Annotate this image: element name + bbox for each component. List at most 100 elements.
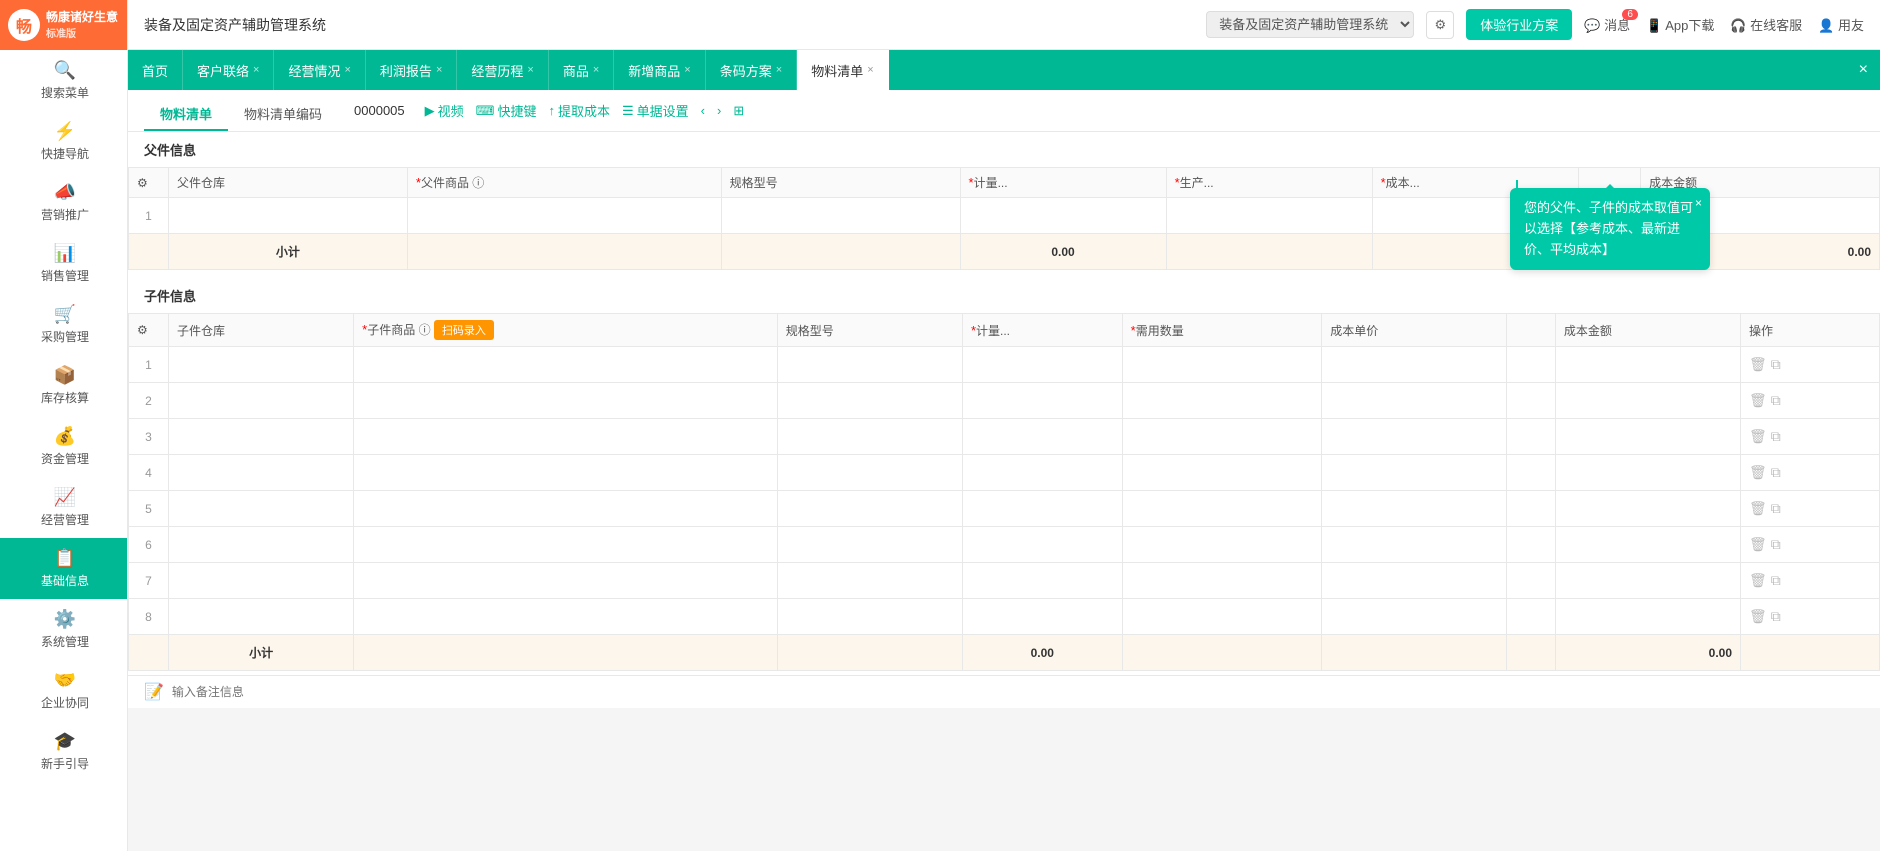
child-cell-cost-price-5[interactable] — [1322, 491, 1507, 527]
delete-icon-7[interactable]: 🗑 — [1749, 572, 1767, 589]
grid-icon[interactable]: ⊞ — [733, 103, 744, 119]
child-cell-product-7[interactable] — [354, 563, 778, 599]
child-cell-unit-5[interactable] — [962, 491, 1122, 527]
child-cell-spec-7[interactable] — [777, 563, 962, 599]
nav-prev[interactable]: ‹ — [701, 103, 705, 118]
parent-cell-spec-1[interactable] — [721, 198, 960, 234]
tooltip-close-button[interactable]: × — [1695, 194, 1702, 213]
gear-button[interactable]: ⚙ — [1426, 11, 1454, 39]
nav-tab-首页[interactable]: 首页 — [128, 50, 183, 90]
child-cell-unit-6[interactable] — [962, 527, 1122, 563]
child-cell-warehouse-8[interactable] — [169, 599, 354, 635]
child-cell-warehouse-7[interactable] — [169, 563, 354, 599]
nav-tab-客户联络[interactable]: 客户联络 × — [183, 50, 274, 90]
tab-close-icon[interactable]: × — [253, 64, 259, 76]
extract-cost-action[interactable]: ↑ 提取成本 — [548, 101, 610, 120]
tab-close-icon[interactable]: × — [867, 64, 873, 76]
child-cell-product-8[interactable] — [354, 599, 778, 635]
sidebar-item-库存核算[interactable]: 📦 库存核算 — [0, 355, 127, 416]
copy-icon-4[interactable]: ⧉ — [1771, 464, 1781, 481]
child-cell-needed-qty-1[interactable] — [1122, 347, 1322, 383]
trial-button[interactable]: 体验行业方案 — [1466, 9, 1572, 40]
sidebar-item-销售管理[interactable]: 📊 销售管理 — [0, 233, 127, 294]
child-cell-product-6[interactable] — [354, 527, 778, 563]
copy-icon-6[interactable]: ⧉ — [1771, 536, 1781, 553]
child-cell-unit-2[interactable] — [962, 383, 1122, 419]
child-cell-needed-qty-2[interactable] — [1122, 383, 1322, 419]
copy-icon-2[interactable]: ⧉ — [1771, 392, 1781, 409]
parent-cell-qty-1[interactable] — [960, 198, 1166, 234]
child-cell-needed-qty-6[interactable] — [1122, 527, 1322, 563]
delete-icon-5[interactable]: 🗑 — [1749, 500, 1767, 517]
nav-tab-物料清单[interactable]: 物料清单 × — [797, 50, 888, 90]
child-cell-warehouse-4[interactable] — [169, 455, 354, 491]
sub-tab-bom-code[interactable]: 物料清单编码 — [228, 98, 338, 131]
nav-tab-商品[interactable]: 商品 × — [549, 50, 614, 90]
message-badge[interactable]: 💬 消息 6 — [1584, 15, 1630, 34]
tab-close-icon[interactable]: × — [527, 64, 533, 76]
delete-icon-6[interactable]: 🗑 — [1749, 536, 1767, 553]
child-cell-unit-7[interactable] — [962, 563, 1122, 599]
sidebar-item-系统管理[interactable]: ⚙️ 系统管理 — [0, 599, 127, 660]
delete-icon-3[interactable]: 🗑 — [1749, 428, 1767, 445]
child-cell-unit-3[interactable] — [962, 419, 1122, 455]
child-cell-cost-price-3[interactable] — [1322, 419, 1507, 455]
child-cell-warehouse-1[interactable] — [169, 347, 354, 383]
nav-next[interactable]: › — [717, 103, 721, 118]
child-cell-cost-price-7[interactable] — [1322, 563, 1507, 599]
sidebar-item-新手引导[interactable]: 🎓 新手引导 — [0, 721, 127, 782]
child-cell-cost-price-1[interactable] — [1322, 347, 1507, 383]
child-cell-product-1[interactable] — [354, 347, 778, 383]
online-service[interactable]: 🎧 在线客服 — [1730, 15, 1802, 34]
copy-icon-1[interactable]: ⧉ — [1771, 356, 1781, 373]
child-cell-needed-qty-5[interactable] — [1122, 491, 1322, 527]
delete-icon-4[interactable]: 🗑 — [1749, 464, 1767, 481]
sidebar-item-企业协同[interactable]: 🤝 企业协同 — [0, 660, 127, 721]
parent-cell-warehouse-1[interactable] — [169, 198, 408, 234]
child-cell-unit-8[interactable] — [962, 599, 1122, 635]
sidebar-item-搜索菜单[interactable]: 🔍 搜索菜单 — [0, 50, 127, 111]
user-menu[interactable]: 👤 用友 — [1818, 15, 1864, 34]
copy-icon-7[interactable]: ⧉ — [1771, 572, 1781, 589]
child-cell-cost-price-2[interactable] — [1322, 383, 1507, 419]
child-cell-spec-4[interactable] — [777, 455, 962, 491]
child-cell-product-3[interactable] — [354, 419, 778, 455]
child-cell-product-2[interactable] — [354, 383, 778, 419]
nav-tab-经营历程[interactable]: 经营历程 × — [457, 50, 548, 90]
system-select[interactable]: 装备及固定资产辅助管理系统 — [1206, 11, 1414, 38]
tab-close-icon[interactable]: × — [344, 64, 350, 76]
sidebar-item-资金管理[interactable]: 💰 资金管理 — [0, 416, 127, 477]
child-cell-needed-qty-3[interactable] — [1122, 419, 1322, 455]
child-cell-unit-1[interactable] — [962, 347, 1122, 383]
sidebar-item-快捷导航[interactable]: ⚡ 快捷导航 — [0, 111, 127, 172]
sub-tab-bom[interactable]: 物料清单 — [144, 98, 228, 131]
child-cell-warehouse-5[interactable] — [169, 491, 354, 527]
copy-icon-8[interactable]: ⧉ — [1771, 608, 1781, 625]
child-cell-spec-3[interactable] — [777, 419, 962, 455]
delete-icon-1[interactable]: 🗑 — [1749, 356, 1767, 373]
parent-col-settings[interactable]: ⚙ — [129, 168, 169, 198]
child-cell-cost-price-4[interactable] — [1322, 455, 1507, 491]
copy-icon-3[interactable]: ⧉ — [1771, 428, 1781, 445]
app-download[interactable]: 📱 App下载 — [1646, 15, 1714, 34]
delete-icon-8[interactable]: 🗑 — [1749, 608, 1767, 625]
nav-tab-经营情况[interactable]: 经营情况 × — [274, 50, 365, 90]
child-cell-warehouse-6[interactable] — [169, 527, 354, 563]
view-action[interactable]: ▶ 视频 — [425, 101, 464, 120]
nav-tab-新增商品[interactable]: 新增商品 × — [614, 50, 705, 90]
child-cell-needed-qty-4[interactable] — [1122, 455, 1322, 491]
sidebar-item-经营管理[interactable]: 📈 经营管理 — [0, 477, 127, 538]
parent-cell-produce-1[interactable] — [1166, 198, 1372, 234]
tab-close-icon[interactable]: × — [776, 64, 782, 76]
nav-tab-条码方案[interactable]: 条码方案 × — [706, 50, 797, 90]
child-cell-cost-price-6[interactable] — [1322, 527, 1507, 563]
nav-close-button[interactable]: × — [1847, 50, 1880, 90]
sidebar-item-基础信息[interactable]: 📋 基础信息 — [0, 538, 127, 599]
single-settings-action[interactable]: ☰ 单据设置 — [622, 101, 689, 120]
child-cell-spec-5[interactable] — [777, 491, 962, 527]
child-cell-spec-2[interactable] — [777, 383, 962, 419]
child-cell-warehouse-3[interactable] — [169, 419, 354, 455]
tab-close-icon[interactable]: × — [436, 64, 442, 76]
tab-close-icon[interactable]: × — [684, 64, 690, 76]
nav-tab-利润报告[interactable]: 利润报告 × — [366, 50, 457, 90]
